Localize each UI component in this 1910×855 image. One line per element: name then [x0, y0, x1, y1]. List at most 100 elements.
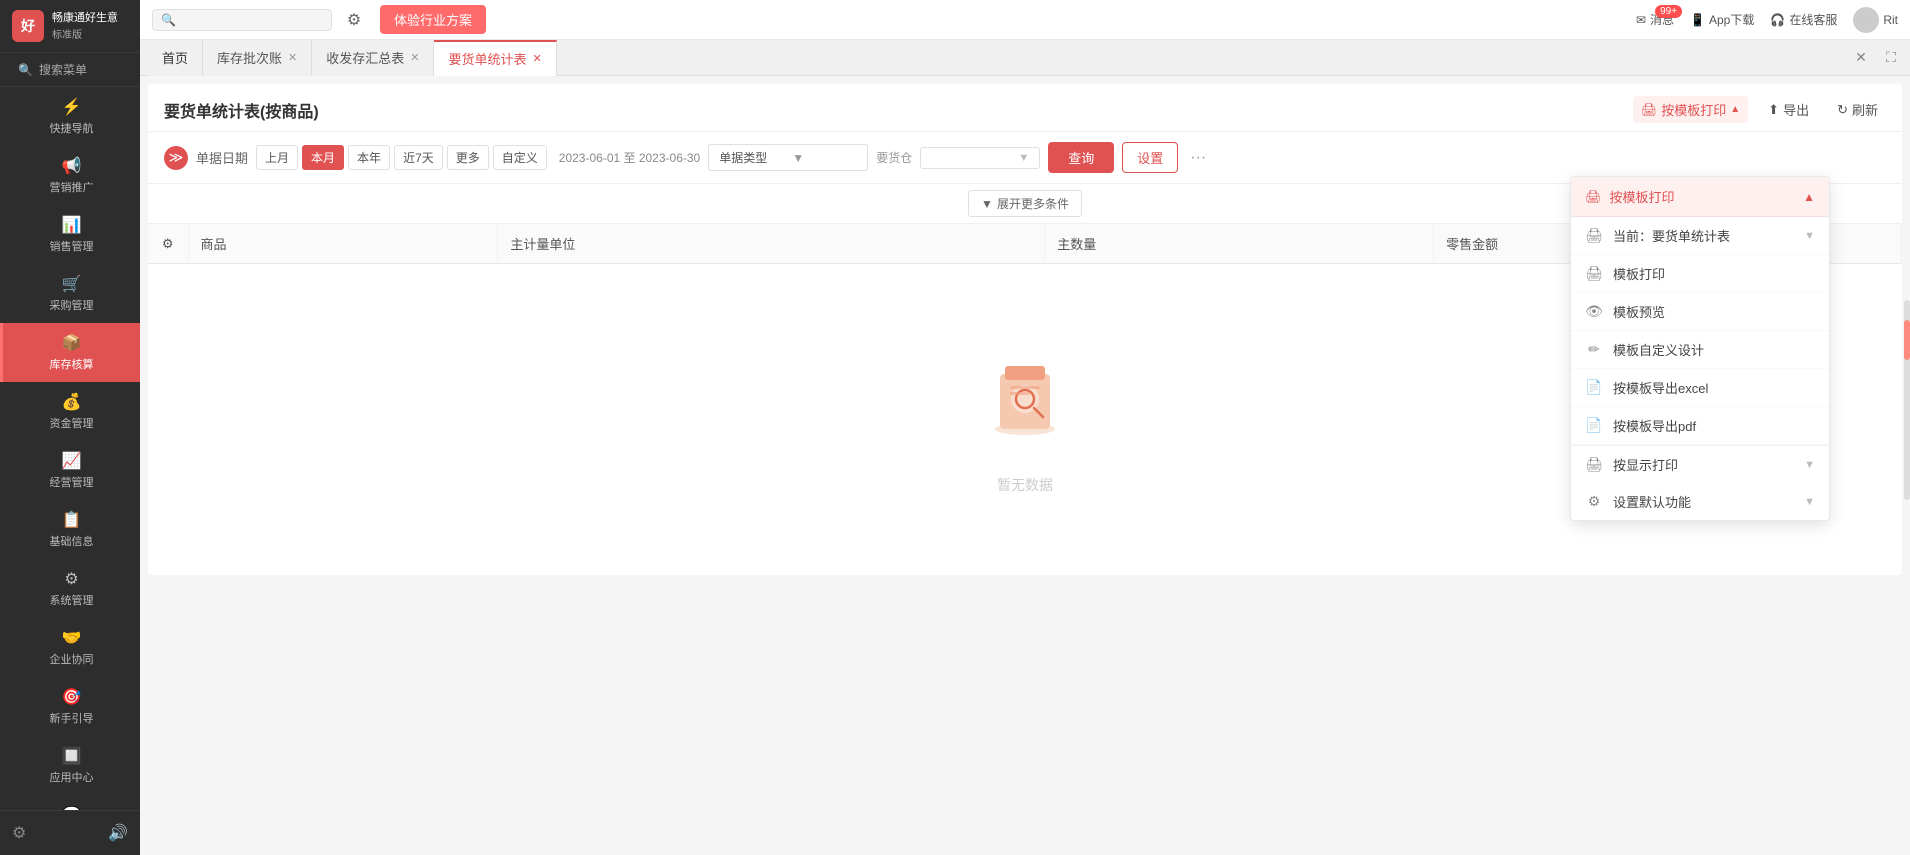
dropdown-item-custom-design[interactable]: ✏ 模板自定义设计: [1571, 331, 1829, 369]
settings-bottom-icon[interactable]: ⚙: [12, 823, 26, 843]
tabs-bar: 首页 库存批次账 ✕ 收发存汇总表 ✕ 要货单统计表 ✕ ✕ ⛶: [140, 40, 1910, 76]
dropdown-item-export-pdf[interactable]: 📄 按模板导出pdf: [1571, 407, 1829, 445]
filter-expand-btn[interactable]: ≫: [164, 146, 188, 170]
print-icon: 🖨: [1641, 102, 1658, 118]
display-print-arrow: ▼: [1804, 459, 1815, 471]
warehouse-select[interactable]: ▼: [920, 147, 1040, 169]
dropdown-title-label: 按模板打印: [1610, 187, 1675, 206]
dropdown-title: 🖨 按模板打印: [1585, 187, 1675, 206]
dropdown-current-template[interactable]: 🖨 当前：要货单统计表 ▼: [1571, 217, 1829, 255]
settings-btn[interactable]: 设置: [1122, 142, 1178, 173]
export-icon: ⬆: [1768, 102, 1779, 118]
date-btn-custom[interactable]: 自定义: [493, 145, 547, 170]
user-avatar-btn[interactable]: Rit: [1853, 7, 1898, 33]
audio-icon[interactable]: 🔊: [108, 823, 128, 843]
date-btn-7days[interactable]: 近7天: [394, 145, 443, 170]
app-name: 畅康通好生意: [52, 11, 118, 26]
page-content: 要货单统计表(按商品) 🖨 按模板打印 ▲ ⬆ 导出 ↻ 刷新: [140, 76, 1910, 855]
finance-icon: 💰: [62, 392, 82, 412]
refresh-icon: ↻: [1837, 102, 1848, 118]
app-version: 标准版: [52, 26, 118, 41]
current-template-label: 当前：要货单统计表: [1613, 226, 1794, 245]
query-btn[interactable]: 查询: [1048, 142, 1114, 173]
right-scrollbar[interactable]: [1904, 300, 1910, 500]
guide-icon: 🎯: [62, 687, 82, 707]
sidebar-item-inventory[interactable]: 📦 库存核算: [0, 323, 140, 382]
app-download-btn[interactable]: 📱 App下载: [1690, 11, 1754, 28]
col-settings[interactable]: ⚙: [148, 224, 188, 264]
app-download-label: App下载: [1709, 11, 1754, 28]
tab-inventory-batch[interactable]: 库存批次账 ✕: [203, 40, 312, 76]
date-btn-last-month[interactable]: 上月: [256, 145, 298, 170]
page-header: 要货单统计表(按商品) 🖨 按模板打印 ▲ ⬆ 导出 ↻ 刷新: [148, 84, 1902, 132]
expand-more-btn[interactable]: ▼ 展开更多条件: [968, 190, 1082, 217]
message-icon: ✉: [1636, 13, 1646, 27]
date-btn-more[interactable]: 更多: [447, 145, 489, 170]
maximize-tab-btn[interactable]: ⛶: [1880, 47, 1902, 69]
quick-nav-icon: ⚡: [62, 97, 82, 117]
dropdown-section: 🖨 按显示打印 ▼ ⚙ 设置默认功能 ▼: [1571, 445, 1829, 520]
export-btn[interactable]: ⬆ 导出: [1760, 96, 1817, 123]
username-label: Rit: [1883, 13, 1898, 27]
sidebar-item-basic[interactable]: 📋 基础信息: [0, 500, 140, 559]
date-btn-this-month[interactable]: 本月: [302, 145, 344, 170]
dropdown-display-print[interactable]: 🖨 按显示打印 ▼: [1571, 446, 1829, 483]
sidebar-item-label: 销售管理: [50, 238, 94, 254]
sidebar-item-system[interactable]: ⚙ 系统管理: [0, 559, 140, 618]
sidebar-item-purchase[interactable]: 🛒 采购管理: [0, 264, 140, 323]
date-btn-this-year[interactable]: 本年: [348, 145, 390, 170]
design-icon: ✏: [1585, 341, 1603, 358]
print-template-btn[interactable]: 🖨 按模板打印 ▲: [1633, 96, 1748, 123]
sidebar-item-collab[interactable]: 🤝 企业协同: [0, 618, 140, 677]
print-chevron-up-icon: ▲: [1730, 104, 1740, 115]
close-tab-btn[interactable]: ✕: [1850, 47, 1872, 69]
operation-icon: 📈: [62, 451, 82, 471]
refresh-btn[interactable]: ↻ 刷新: [1829, 96, 1886, 123]
topbar-search[interactable]: 🔍: [152, 9, 332, 31]
sidebar-item-wechat[interactable]: 💬 企业微信: [0, 795, 140, 810]
col-goods: 商品: [188, 224, 498, 264]
sidebar-item-label: 营销推广: [50, 179, 94, 195]
col-qty: 主数量: [1045, 224, 1434, 264]
three-dots-btn[interactable]: ···: [1190, 149, 1206, 167]
date-filter-label: 单据日期: [196, 148, 248, 167]
type-filter-select[interactable]: 单据类型 ▼: [708, 144, 868, 171]
dropdown-set-default[interactable]: ⚙ 设置默认功能 ▼: [1571, 483, 1829, 520]
sidebar-item-operation[interactable]: 📈 经营管理: [0, 441, 140, 500]
trial-btn[interactable]: 体验行业方案: [380, 5, 486, 34]
expand-icon: ▼: [981, 197, 993, 211]
refresh-label: 刷新: [1852, 100, 1878, 119]
tab-order-stats[interactable]: 要货单统计表 ✕: [434, 40, 556, 76]
sidebar-item-marketing[interactable]: 📢 营销推广: [0, 146, 140, 205]
main-area: 🔍 ⚙ 体验行业方案 ✉ 消息 99+ 📱 App下载 🎧 在线客服 Rit: [140, 0, 1910, 855]
tab-home[interactable]: 首页: [148, 40, 203, 76]
sales-icon: 📊: [62, 215, 82, 235]
inventory-icon: 📦: [62, 333, 82, 353]
print-template-label: 按模板打印: [1661, 100, 1726, 119]
message-btn[interactable]: ✉ 消息 99+: [1636, 11, 1674, 28]
sidebar-item-quick-nav[interactable]: ⚡ 快捷导航: [0, 87, 140, 146]
dropdown-item-preview[interactable]: 👁 模板预览: [1571, 293, 1829, 331]
dropdown-item-print-template[interactable]: 🖨 模板打印: [1571, 255, 1829, 293]
online-service-btn[interactable]: 🎧 在线客服: [1770, 11, 1837, 28]
col-unit: 主计量单位: [498, 224, 1045, 264]
close-order-stats-icon[interactable]: ✕: [533, 52, 542, 65]
sidebar-item-sales[interactable]: 📊 销售管理: [0, 205, 140, 264]
sidebar-item-guide[interactable]: 🎯 新手引导: [0, 677, 140, 736]
purchase-icon: 🛒: [62, 274, 82, 294]
close-inventory-batch-icon[interactable]: ✕: [288, 51, 297, 64]
system-icon: ⚙: [64, 569, 78, 589]
sidebar-item-app-center[interactable]: 🔲 应用中心: [0, 736, 140, 795]
sidebar: 好 畅康通好生意 标准版 🔍 搜索菜单 ⚡ 快捷导航 📢 营销推广 📊 销售管理…: [0, 0, 140, 855]
sidebar-item-label: 库存核算: [50, 356, 94, 372]
dropdown-collapse-icon[interactable]: ▲: [1803, 190, 1815, 204]
print-tmpl-icon: 🖨: [1585, 265, 1603, 282]
close-receipt-summary-icon[interactable]: ✕: [410, 51, 419, 64]
sidebar-search[interactable]: 🔍 搜索菜单: [0, 53, 140, 87]
tab-receipt-summary[interactable]: 收发存汇总表 ✕: [312, 40, 434, 76]
scrollbar-thumb: [1904, 320, 1910, 360]
sidebar-item-finance[interactable]: 💰 资金管理: [0, 382, 140, 441]
dropdown-item-export-excel[interactable]: 📄 按模板导出excel: [1571, 369, 1829, 407]
topbar: 🔍 ⚙ 体验行业方案 ✉ 消息 99+ 📱 App下载 🎧 在线客服 Rit: [140, 0, 1910, 40]
topbar-gear-icon[interactable]: ⚙: [340, 6, 368, 34]
